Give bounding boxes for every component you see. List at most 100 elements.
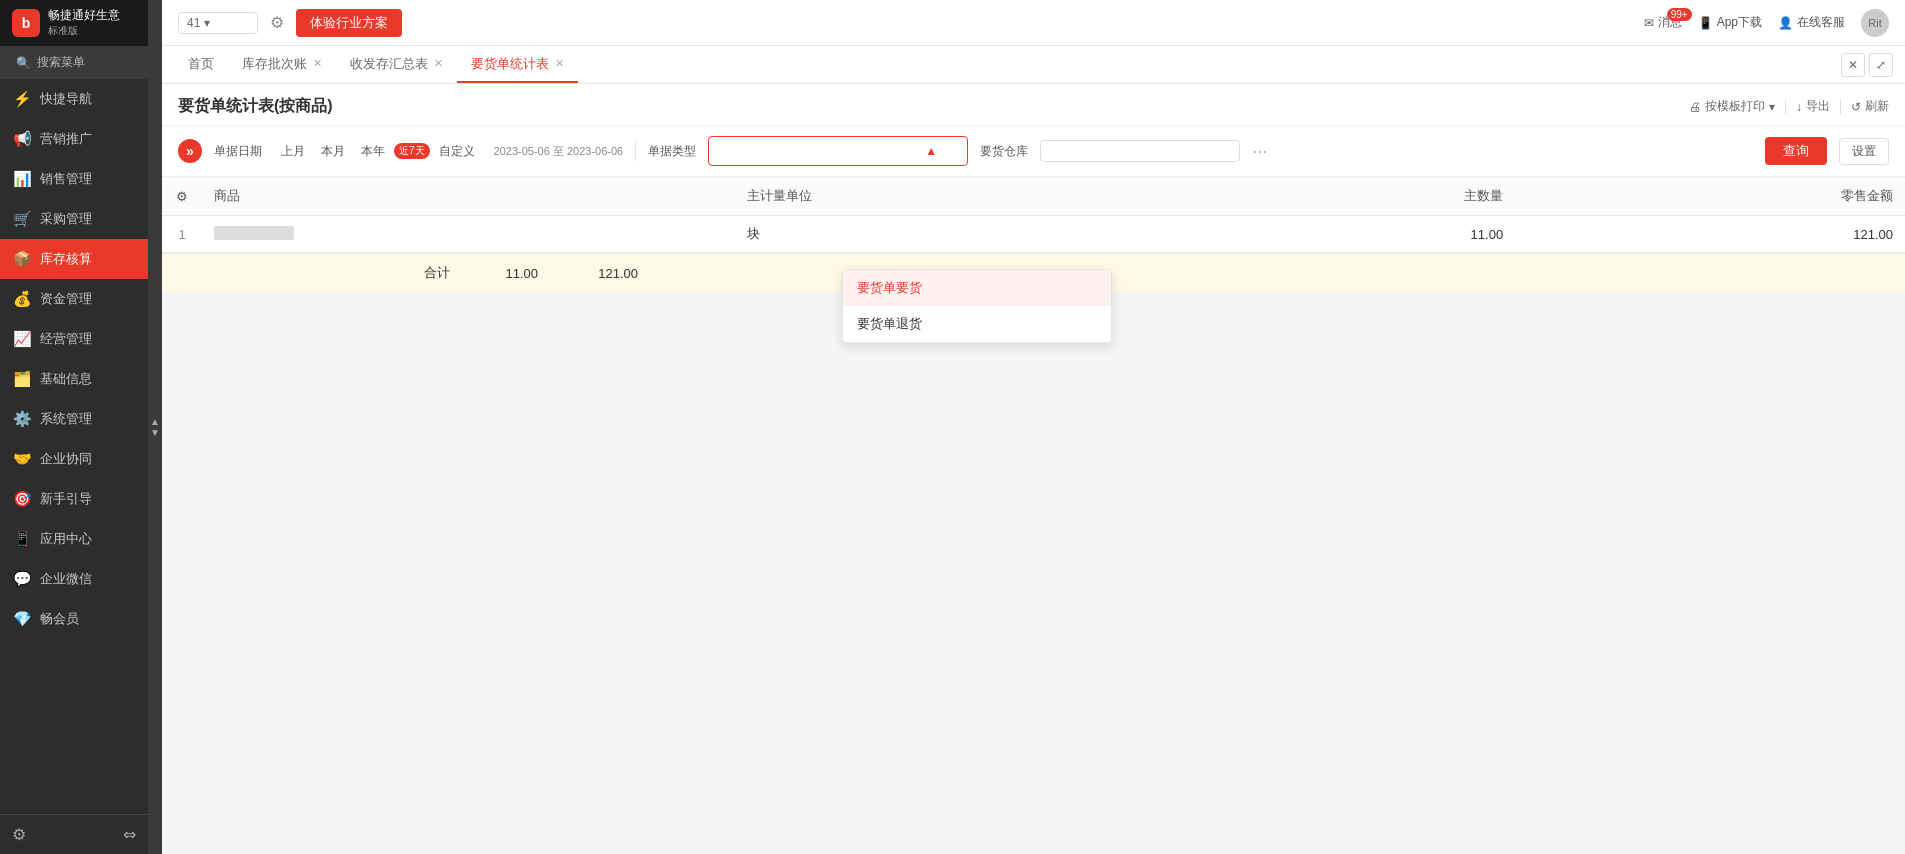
sidebar-item-inventory[interactable]: 📦 库存核算 (0, 239, 148, 279)
date-prev-month-btn[interactable]: 上月 (274, 141, 312, 162)
nav-label-finance: 资金管理 (40, 290, 92, 308)
cell-seq: 1 (162, 216, 202, 253)
sidebar-item-system[interactable]: ⚙️ 系统管理 (0, 399, 148, 439)
sidebar-item-quick-nav[interactable]: ⚡ 快捷导航 (0, 79, 148, 119)
topbar-gear-icon[interactable]: ⚙ (270, 13, 284, 32)
tab-collection-close[interactable]: ✕ (434, 57, 443, 70)
tab-collection-summary[interactable]: 收发存汇总表 ✕ (336, 47, 457, 83)
nav-icon-marketing: 📢 (12, 129, 32, 149)
query-btn[interactable]: 查询 (1765, 137, 1827, 165)
filter-more-btn[interactable]: ··· (1252, 141, 1267, 162)
sidebar-item-sales[interactable]: 📊 销售管理 (0, 159, 148, 199)
filter-sep1 (635, 141, 636, 161)
sidebar-item-basic[interactable]: 🗂️ 基础信息 (0, 359, 148, 399)
tab-home[interactable]: 首页 (174, 47, 228, 83)
tab-batch-account-close[interactable]: ✕ (313, 57, 322, 70)
sidebar-item-vip[interactable]: 💎 畅会员 (0, 599, 148, 639)
filter-expand-btn[interactable]: » (178, 139, 202, 163)
service-icon: 👤 (1778, 16, 1793, 30)
tab-order-label: 要货单统计表 (471, 55, 549, 73)
sidebar-scroll[interactable]: ▲▼ (148, 0, 162, 854)
type-select-wrap: ▲ (708, 136, 968, 166)
online-service-label: 在线客服 (1797, 14, 1845, 31)
cell-qty: 11.00 (1192, 216, 1515, 253)
tabs-maximize-btn[interactable]: ⤢ (1869, 53, 1893, 77)
sidebar-search[interactable]: 🔍 搜索菜单 (0, 46, 148, 79)
company-selector-value: 41 (187, 16, 200, 30)
sidebar: b 畅捷通好生意 标准版 🔍 搜索菜单 ⚡ 快捷导航 📢 营销推广 📊 销售管理… (0, 0, 148, 854)
date-custom-btn[interactable]: 自定义 (432, 141, 482, 162)
export-icon: ↓ (1796, 100, 1802, 114)
messages-btn[interactable]: ✉ 消息 99+ (1644, 14, 1682, 31)
sidebar-item-wechat[interactable]: 💬 企业微信 (0, 559, 148, 599)
app-logo: b (12, 9, 40, 37)
sidebar-item-operation[interactable]: 📈 经营管理 (0, 319, 148, 359)
sidebar-item-appstore[interactable]: 📱 应用中心 (0, 519, 148, 559)
nav-label-sales: 销售管理 (40, 170, 92, 188)
sidebar-item-cooperation[interactable]: 🤝 企业协同 (0, 439, 148, 479)
search-icon: 🔍 (16, 56, 31, 70)
nav-icon-inventory: 📦 (12, 249, 32, 269)
print-btn[interactable]: 🖨 按模板打印 ▾ (1689, 98, 1775, 115)
date-quick-btns: 上月 本月 本年 近7天 自定义 (274, 141, 482, 162)
main-area: 41 ▾ ⚙ 体验行业方案 ✉ 消息 99+ 📱 App下载 👤 在线客服 Ri… (162, 0, 1905, 854)
nav-label-basic: 基础信息 (40, 370, 92, 388)
trial-btn[interactable]: 体验行业方案 (296, 9, 402, 37)
sidebar-item-guide[interactable]: 🎯 新手引导 (0, 479, 148, 519)
company-selector[interactable]: 41 ▾ (178, 12, 258, 34)
tabs-close-all-btn[interactable]: ✕ (1841, 53, 1865, 77)
tabs-actions: ✕ ⤢ (1841, 53, 1893, 77)
nav-label-appstore: 应用中心 (40, 530, 92, 548)
nav-icon-system: ⚙️ (12, 409, 32, 429)
tab-order-close[interactable]: ✕ (555, 57, 564, 70)
th-settings[interactable]: ⚙ (162, 177, 202, 216)
app-download-btn[interactable]: 📱 App下载 (1698, 14, 1762, 31)
th-qty: 主数量 (1192, 177, 1515, 216)
nav-label-guide: 新手引导 (40, 490, 92, 508)
sidebar-item-finance[interactable]: 💰 资金管理 (0, 279, 148, 319)
filter-settings-btn[interactable]: 设置 (1839, 138, 1889, 165)
avatar[interactable]: Rit (1861, 9, 1889, 37)
tab-home-label: 首页 (188, 55, 214, 73)
sidebar-header: b 畅捷通好生意 标准版 (0, 0, 148, 46)
online-service-btn[interactable]: 👤 在线客服 (1778, 14, 1845, 31)
nav-label-system: 系统管理 (40, 410, 92, 428)
warehouse-label: 要货仓库 (980, 143, 1028, 160)
topbar-right: ✉ 消息 99+ 📱 App下载 👤 在线客服 Rit (1644, 9, 1889, 37)
sidebar-item-purchase[interactable]: 🛒 采购管理 (0, 199, 148, 239)
tab-batch-account[interactable]: 库存批次账 ✕ (228, 47, 336, 83)
page-actions: 🖨 按模板打印 ▾ ↓ 导出 ↺ 刷新 (1689, 98, 1889, 115)
nav-icon-basic: 🗂️ (12, 369, 32, 389)
footer-amount: 121.00 (550, 266, 650, 281)
nav-icon-appstore: 📱 (12, 529, 32, 549)
type-dropdown: 要货单要货 要货单退货 (842, 269, 1112, 343)
tab-order-summary[interactable]: 要货单统计表 ✕ (457, 47, 578, 83)
date-7days-badge[interactable]: 近7天 (394, 143, 430, 159)
refresh-btn[interactable]: ↺ 刷新 (1851, 98, 1889, 115)
dropdown-item-return[interactable]: 要货单退货 (843, 306, 1111, 342)
nav-icon-quick-nav: ⚡ (12, 89, 32, 109)
collapse-icon[interactable]: ⇔ (123, 825, 136, 844)
nav-icon-wechat: 💬 (12, 569, 32, 589)
nav-label-inventory: 库存核算 (40, 250, 92, 268)
footer-qty: 11.00 (450, 266, 550, 281)
app-title: 畅捷通好生意 (48, 8, 120, 24)
export-btn[interactable]: ↓ 导出 (1796, 98, 1830, 115)
sidebar-item-marketing[interactable]: 📢 营销推广 (0, 119, 148, 159)
settings-icon: ⚙ (176, 189, 188, 204)
type-select-chevron: ▲ (925, 144, 937, 158)
th-amount: 零售金额 (1515, 177, 1905, 216)
app-subtitle: 标准版 (48, 24, 120, 38)
date-range-text: 2023-05-06 至 2023-06-06 (494, 144, 624, 159)
nav-label-marketing: 营销推广 (40, 130, 92, 148)
tab-collection-label: 收发存汇总表 (350, 55, 428, 73)
warehouse-input[interactable] (1040, 140, 1240, 162)
divider1 (1785, 100, 1786, 114)
dropdown-item-incoming[interactable]: 要货单要货 (843, 270, 1111, 306)
refresh-icon: ↺ (1851, 100, 1861, 114)
settings-icon[interactable]: ⚙ (12, 825, 26, 844)
date-this-month-btn[interactable]: 本月 (314, 141, 352, 162)
date-this-year-btn[interactable]: 本年 (354, 141, 392, 162)
type-select[interactable]: ▲ (708, 136, 968, 166)
tab-batch-account-label: 库存批次账 (242, 55, 307, 73)
